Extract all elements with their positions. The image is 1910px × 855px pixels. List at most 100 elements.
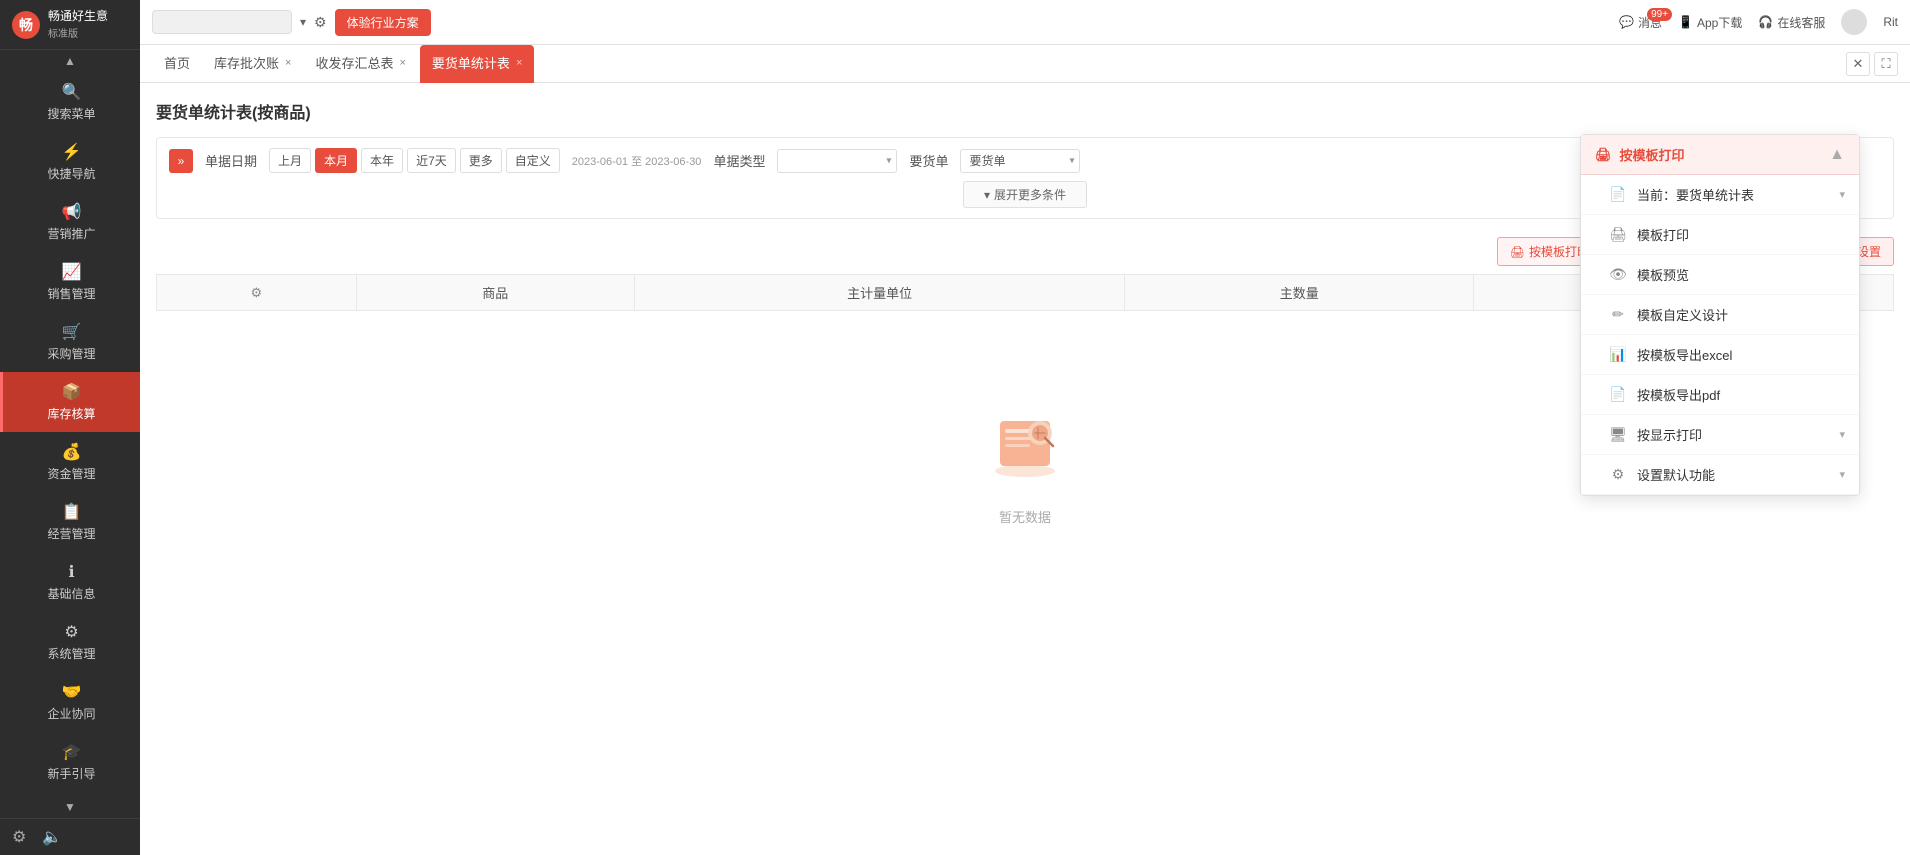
tab-inventory-batch-close[interactable]: ×	[285, 57, 291, 69]
sidebar-item-operation[interactable]: 📋 经营管理	[0, 492, 140, 552]
col-product: 商品	[356, 275, 634, 311]
expand-more-btn[interactable]: ▾ 展开更多条件	[963, 181, 1087, 208]
print-dropdown-item-1[interactable]: 👁 模板预览	[1581, 255, 1859, 295]
sidebar-item-sales[interactable]: 📈 销售管理	[0, 252, 140, 312]
sidebar-label-inventory: 库存核算	[47, 405, 95, 422]
default-func-icon: ⚙	[1609, 466, 1627, 483]
app-download-icon: 📱	[1678, 15, 1693, 29]
sidebar-item-enterprise[interactable]: 🤝 企业协同	[0, 672, 140, 732]
enterprise-icon: 🤝	[62, 682, 82, 702]
settings-icon[interactable]: ⚙	[12, 827, 26, 847]
sidebar-item-search[interactable]: 🔍 搜索菜单	[0, 72, 140, 132]
template-excel-label: 按模板导出excel	[1637, 345, 1732, 364]
print-dropdown-item-3[interactable]: 📊 按模板导出excel	[1581, 335, 1859, 375]
print-dropdown-current[interactable]: 📄 当前：要货单统计表 ▾	[1581, 175, 1859, 215]
expand-label: 展开更多条件	[994, 186, 1066, 203]
topbar-dropdown-arrow[interactable]: ▾	[300, 15, 306, 29]
order-type-select-wrap: 要货单	[960, 149, 1080, 173]
print-dropdown-section-1[interactable]: ⚙ 设置默认功能 ▾	[1581, 455, 1859, 495]
topbar-gear-icon[interactable]: ⚙	[314, 14, 327, 31]
tab-collect-summary[interactable]: 收发存汇总表 ×	[303, 45, 417, 83]
order-type-label: 要货单	[909, 151, 948, 170]
tab-inventory-batch-label: 库存批次账	[214, 53, 279, 72]
default-func-arrow: ▾	[1839, 468, 1845, 481]
template-preview-icon: 👁	[1609, 266, 1627, 283]
sidebar-item-finance[interactable]: 💰 资金管理	[0, 432, 140, 492]
print-dropdown-item-4[interactable]: 📄 按模板导出pdf	[1581, 375, 1859, 415]
search-input[interactable]	[152, 10, 292, 34]
print-dropdown-close-btn[interactable]: ▲	[1829, 146, 1845, 164]
logo-icon: 畅	[12, 11, 40, 39]
tab-collect-summary-label: 收发存汇总表	[315, 53, 393, 72]
filter-expand-icon-btn[interactable]: »	[169, 149, 193, 173]
sidebar-item-guide[interactable]: 🎓 新手引导	[0, 732, 140, 792]
quick-nav-icon: ⚡	[62, 142, 82, 162]
app-download-label: App下载	[1697, 14, 1742, 31]
tab-collect-summary-close[interactable]: ×	[399, 57, 405, 69]
tabs-bar: 首页 库存批次账 × 收发存汇总表 × 要货单统计表 × ✕ ⛶	[140, 45, 1910, 83]
online-service-label: 在线客服	[1777, 14, 1825, 31]
sidebar-item-purchase[interactable]: 🛒 采购管理	[0, 312, 140, 372]
message-badge: 99+	[1647, 8, 1672, 21]
current-template-arrow: ▾	[1839, 188, 1845, 201]
date-btn-custom[interactable]: 自定义	[506, 148, 560, 173]
print-dropdown-item-2[interactable]: ✏ 模板自定义设计	[1581, 295, 1859, 335]
sidebar-item-quick-nav[interactable]: ⚡ 快捷导航	[0, 132, 140, 192]
sidebar-item-system[interactable]: ⚙ 系统管理	[0, 612, 140, 672]
tab-close-window-btn[interactable]: ✕	[1846, 52, 1870, 76]
tab-order-stats-close[interactable]: ×	[516, 57, 522, 69]
empty-text: 暂无数据	[999, 507, 1051, 526]
tab-inventory-batch[interactable]: 库存批次账 ×	[202, 45, 303, 83]
tab-order-stats[interactable]: 要货单统计表 ×	[420, 45, 534, 83]
sidebar-label-operation: 经营管理	[47, 525, 95, 542]
inventory-icon: 📦	[62, 382, 82, 402]
template-custom-icon: ✏	[1609, 306, 1627, 323]
username: Rit	[1883, 15, 1898, 29]
sidebar-label-quick-nav: 快捷导航	[47, 165, 95, 182]
type-filter-label: 单据类型	[713, 151, 765, 170]
print-dropdown-header-icon: 🖨	[1595, 147, 1612, 163]
tab-home[interactable]: 首页	[152, 45, 202, 83]
industry-btn[interactable]: 体验行业方案	[335, 9, 431, 36]
template-print-label: 模板打印	[1637, 225, 1689, 244]
type-select[interactable]	[777, 149, 897, 173]
sales-icon: 📈	[62, 262, 82, 282]
app-download-btn[interactable]: 📱 App下载	[1678, 14, 1742, 31]
finance-icon: 💰	[62, 442, 82, 462]
print-dropdown-item-0[interactable]: 🖨 模板打印	[1581, 215, 1859, 255]
date-buttons: 上月 本月 本年 近7天 更多 自定义	[269, 148, 560, 173]
tab-maximize-btn[interactable]: ⛶	[1874, 52, 1898, 76]
date-btn-more[interactable]: 更多	[460, 148, 502, 173]
volume-icon[interactable]: 🔈	[42, 827, 62, 847]
sidebar-label-marketing: 营销推广	[47, 225, 95, 242]
date-filter-label: 单据日期	[205, 151, 257, 170]
sidebar-scroll-up[interactable]: ▲	[0, 50, 140, 72]
tab-order-stats-label: 要货单统计表	[432, 53, 510, 72]
date-btn-last-month[interactable]: 上月	[269, 148, 311, 173]
sidebar-scroll-down[interactable]: ▼	[0, 796, 140, 818]
date-btn-current-year[interactable]: 本年	[361, 148, 403, 173]
message-btn[interactable]: 💬 消息 99+	[1619, 14, 1662, 31]
online-service-btn[interactable]: 🎧 在线客服	[1758, 14, 1825, 31]
page-title: 要货单统计表(按商品)	[156, 99, 1894, 123]
date-btn-7days[interactable]: 近7天	[407, 148, 456, 173]
topbar-right: 💬 消息 99+ 📱 App下载 🎧 在线客服 Rit	[1619, 9, 1898, 35]
sidebar-item-basic[interactable]: ℹ 基础信息	[0, 552, 140, 612]
sidebar-label-search: 搜索菜单	[47, 105, 95, 122]
display-print-arrow: ▾	[1839, 428, 1845, 441]
print-dropdown: 🖨 按模板打印 ▲ 📄 当前：要货单统计表 ▾ 🖨 模板打印 👁 模板预览 ✏ …	[1580, 134, 1860, 496]
sidebar-item-inventory[interactable]: 📦 库存核算	[0, 372, 140, 432]
sidebar: 畅 畅通好生意 标准版 ▲ 🔍 搜索菜单 ⚡ 快捷导航 📢 营销推广 📈 销售管…	[0, 0, 140, 855]
sidebar-item-marketing[interactable]: 📢 营销推广	[0, 192, 140, 252]
sidebar-label-purchase: 采购管理	[47, 345, 95, 362]
template-preview-label: 模板预览	[1637, 265, 1689, 284]
current-template-label: 当前：要货单统计表	[1637, 185, 1754, 204]
template-pdf-label: 按模板导出pdf	[1637, 385, 1720, 404]
date-btn-current-month[interactable]: 本月	[315, 148, 357, 173]
print-dropdown-title: 按模板打印	[1620, 145, 1685, 164]
guide-icon: 🎓	[62, 742, 82, 762]
print-dropdown-section-0[interactable]: 🖥 按显示打印 ▾	[1581, 415, 1859, 455]
order-type-select[interactable]: 要货单	[960, 149, 1080, 173]
app-sub: 标准版	[48, 25, 108, 40]
column-settings-icon[interactable]: ⚙	[251, 285, 263, 300]
